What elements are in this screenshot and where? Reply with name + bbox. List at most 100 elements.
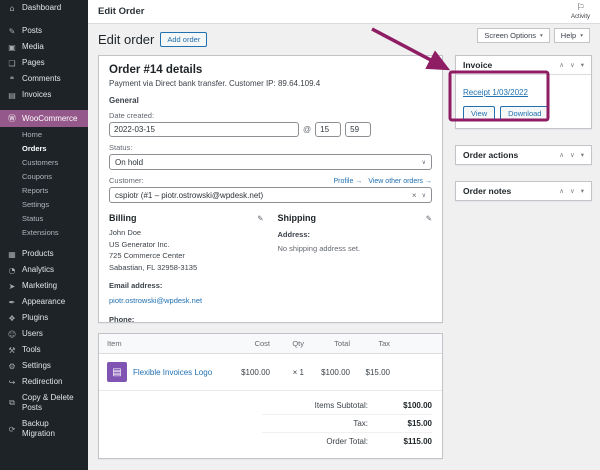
item-qty: × 1 bbox=[292, 367, 304, 377]
sidebar-subitem-settings[interactable]: Settings bbox=[0, 197, 88, 211]
appearance-icon: ✒ bbox=[8, 297, 16, 307]
sidebar-item-appearance[interactable]: ✒ Appearance bbox=[0, 294, 88, 310]
move-up-icon[interactable]: ∧ bbox=[559, 187, 564, 195]
admin-sidebar: ⌂ Dashboard ✎ Posts ▣ Media ❏ Pages ❝ Comment… bbox=[0, 0, 88, 470]
toggle-panel-icon[interactable]: ▾ bbox=[581, 187, 584, 195]
edit-shipping-icon[interactable]: ✎ bbox=[426, 214, 432, 223]
analytics-icon: ◔ bbox=[8, 265, 16, 275]
sidebar-item-settings[interactable]: ⚙ Settings bbox=[0, 358, 88, 374]
order-total-value: $115.00 bbox=[403, 437, 432, 446]
move-up-icon[interactable]: ∧ bbox=[559, 61, 564, 69]
date-created-input[interactable] bbox=[109, 122, 299, 137]
sidebar-item-invoices[interactable]: ▤ Invoices bbox=[0, 87, 88, 103]
col-cost: Cost bbox=[254, 339, 270, 348]
sidebar-item-copy-delete-posts[interactable]: ⧉ Copy & Delete Posts bbox=[0, 390, 88, 416]
billing-company: US Generator Inc. bbox=[109, 239, 170, 249]
sidebar-subitem-reports[interactable]: Reports bbox=[0, 183, 88, 197]
comments-icon: ❝ bbox=[9, 74, 15, 84]
edit-billing-icon[interactable]: ✎ bbox=[257, 214, 263, 223]
sidebar-separator bbox=[0, 103, 88, 110]
items-subtotal-label: Items Subtotal: bbox=[314, 401, 368, 410]
order-title: Order #14 details bbox=[109, 64, 203, 76]
product-name-link[interactable]: Flexible Invoices Logo bbox=[133, 368, 212, 377]
sidebar-item-tools[interactable]: ⚒ Tools bbox=[0, 342, 88, 358]
download-invoice-button[interactable]: Download bbox=[500, 106, 550, 121]
view-other-orders-link[interactable]: View other orders → bbox=[368, 178, 432, 185]
toggle-panel-icon[interactable]: ▾ bbox=[581, 61, 584, 69]
sidebar-item-posts[interactable]: ✎ Posts bbox=[0, 23, 88, 39]
sidebar-item-dashboard[interactable]: ⌂ Dashboard bbox=[0, 0, 88, 16]
minute-input[interactable] bbox=[345, 122, 372, 137]
col-qty: Qty bbox=[292, 339, 304, 348]
billing-city: Sabastian, FL 32958-3135 bbox=[109, 262, 198, 272]
move-down-icon[interactable]: ∨ bbox=[570, 61, 575, 69]
sidebar-subitem-customers[interactable]: Customers bbox=[0, 155, 88, 169]
sidebar-item-label: Products bbox=[22, 249, 54, 258]
help-button[interactable]: Help ▾ bbox=[553, 28, 590, 43]
hour-input[interactable] bbox=[315, 122, 342, 137]
move-up-icon[interactable]: ∧ bbox=[559, 151, 564, 159]
billing-street: 725 Commerce Center bbox=[109, 251, 185, 261]
order-notes-title: Order notes bbox=[463, 186, 512, 196]
sidebar-item-pages[interactable]: ❏ Pages bbox=[0, 55, 88, 71]
sidebar-separator bbox=[0, 239, 88, 246]
order-notes-panel: Order notes ∧ ∨ ▾ bbox=[455, 181, 592, 201]
email-label: Email address: bbox=[109, 280, 163, 290]
sidebar-item-backup-migration[interactable]: ⟳ Backup Migration bbox=[0, 416, 88, 442]
dashboard-icon: ⌂ bbox=[9, 3, 15, 13]
item-tax: $15.00 bbox=[365, 367, 390, 377]
col-total: Total bbox=[334, 339, 350, 348]
backup-icon: ⟳ bbox=[8, 424, 16, 434]
sidebar-item-users[interactable]: ☺ Users bbox=[0, 326, 88, 342]
sidebar-subitem-home[interactable]: Home bbox=[0, 127, 88, 141]
shipping-address-value: No shipping address set. bbox=[277, 244, 361, 253]
sidebar-subitem-extensions[interactable]: Extensions bbox=[0, 225, 88, 239]
order-actions-title: Order actions bbox=[463, 150, 519, 160]
sidebar-item-marketing[interactable]: ➤ Marketing bbox=[0, 278, 88, 294]
customer-select[interactable]: cspiotr (#1 – piotr.ostrowski@wpdesk.net… bbox=[109, 187, 432, 203]
billing-name: John Doe bbox=[109, 228, 142, 237]
sidebar-item-plugins[interactable]: ❖ Plugins bbox=[0, 310, 88, 326]
main-area: Edit Order ⚐ Activity Edit order Add ord… bbox=[88, 0, 600, 470]
sidebar-item-label: Backup Migration bbox=[22, 419, 55, 438]
billing-email-link[interactable]: piotr.ostrowski@wpdesk.net bbox=[109, 296, 202, 305]
billing-heading: Billing bbox=[109, 213, 137, 223]
sidebar-item-label: Pages bbox=[22, 58, 45, 67]
view-invoice-button[interactable]: View bbox=[463, 106, 496, 121]
marketing-icon: ➤ bbox=[8, 281, 16, 291]
shipping-heading: Shipping bbox=[277, 213, 317, 223]
invoices-icon: ▤ bbox=[8, 90, 16, 100]
sidebar-item-products[interactable]: ▦ Products bbox=[0, 246, 88, 262]
page-title: Edit order bbox=[98, 32, 155, 47]
order-actions-panel: Order actions ∧ ∨ ▾ bbox=[455, 145, 592, 165]
clear-customer-icon[interactable]: × bbox=[412, 191, 417, 200]
move-down-icon[interactable]: ∨ bbox=[570, 151, 575, 159]
copy-delete-icon: ⧉ bbox=[9, 398, 15, 407]
sidebar-item-media[interactable]: ▣ Media bbox=[0, 39, 88, 55]
screen-options-button[interactable]: Screen Options ▾ bbox=[477, 28, 550, 43]
activity-flag-icon: ⚐ bbox=[576, 2, 585, 13]
toggle-panel-icon[interactable]: ▾ bbox=[581, 151, 584, 159]
sidebar-item-woocommerce[interactable]: Ⓦ WooCommerce bbox=[0, 110, 88, 127]
sidebar-subitem-orders[interactable]: Orders bbox=[0, 141, 88, 155]
sidebar-subitem-status[interactable]: Status bbox=[0, 211, 88, 225]
activity-label: Activity bbox=[570, 13, 590, 20]
activity-button[interactable]: ⚐ Activity bbox=[570, 2, 590, 20]
receipt-link[interactable]: Receipt 1/03/2022 bbox=[463, 88, 528, 97]
order-status-select[interactable]: On hold ∨ bbox=[109, 154, 432, 170]
customer-label: Customer: bbox=[109, 176, 144, 185]
sidebar-item-redirection[interactable]: ↪ Redirection bbox=[0, 374, 88, 390]
sidebar-item-comments[interactable]: ❝ Comments bbox=[0, 71, 88, 87]
sidebar-item-analytics[interactable]: ◔ Analytics bbox=[0, 262, 88, 278]
sidebar-subitem-coupons[interactable]: Coupons bbox=[0, 169, 88, 183]
product-thumbnail: ▤ bbox=[107, 362, 127, 382]
col-tax: Tax bbox=[378, 339, 390, 348]
add-order-button[interactable]: Add order bbox=[160, 32, 208, 47]
shipping-address-label: Address: bbox=[277, 230, 311, 239]
profile-link[interactable]: Profile → bbox=[334, 178, 363, 185]
sidebar-item-label: Tools bbox=[22, 345, 41, 354]
table-row: ▤ Flexible Invoices Logo $100.00 × 1 $10… bbox=[99, 354, 442, 391]
breadcrumb: Edit Order bbox=[98, 6, 145, 17]
posts-icon: ✎ bbox=[8, 26, 16, 36]
move-down-icon[interactable]: ∨ bbox=[570, 187, 575, 195]
